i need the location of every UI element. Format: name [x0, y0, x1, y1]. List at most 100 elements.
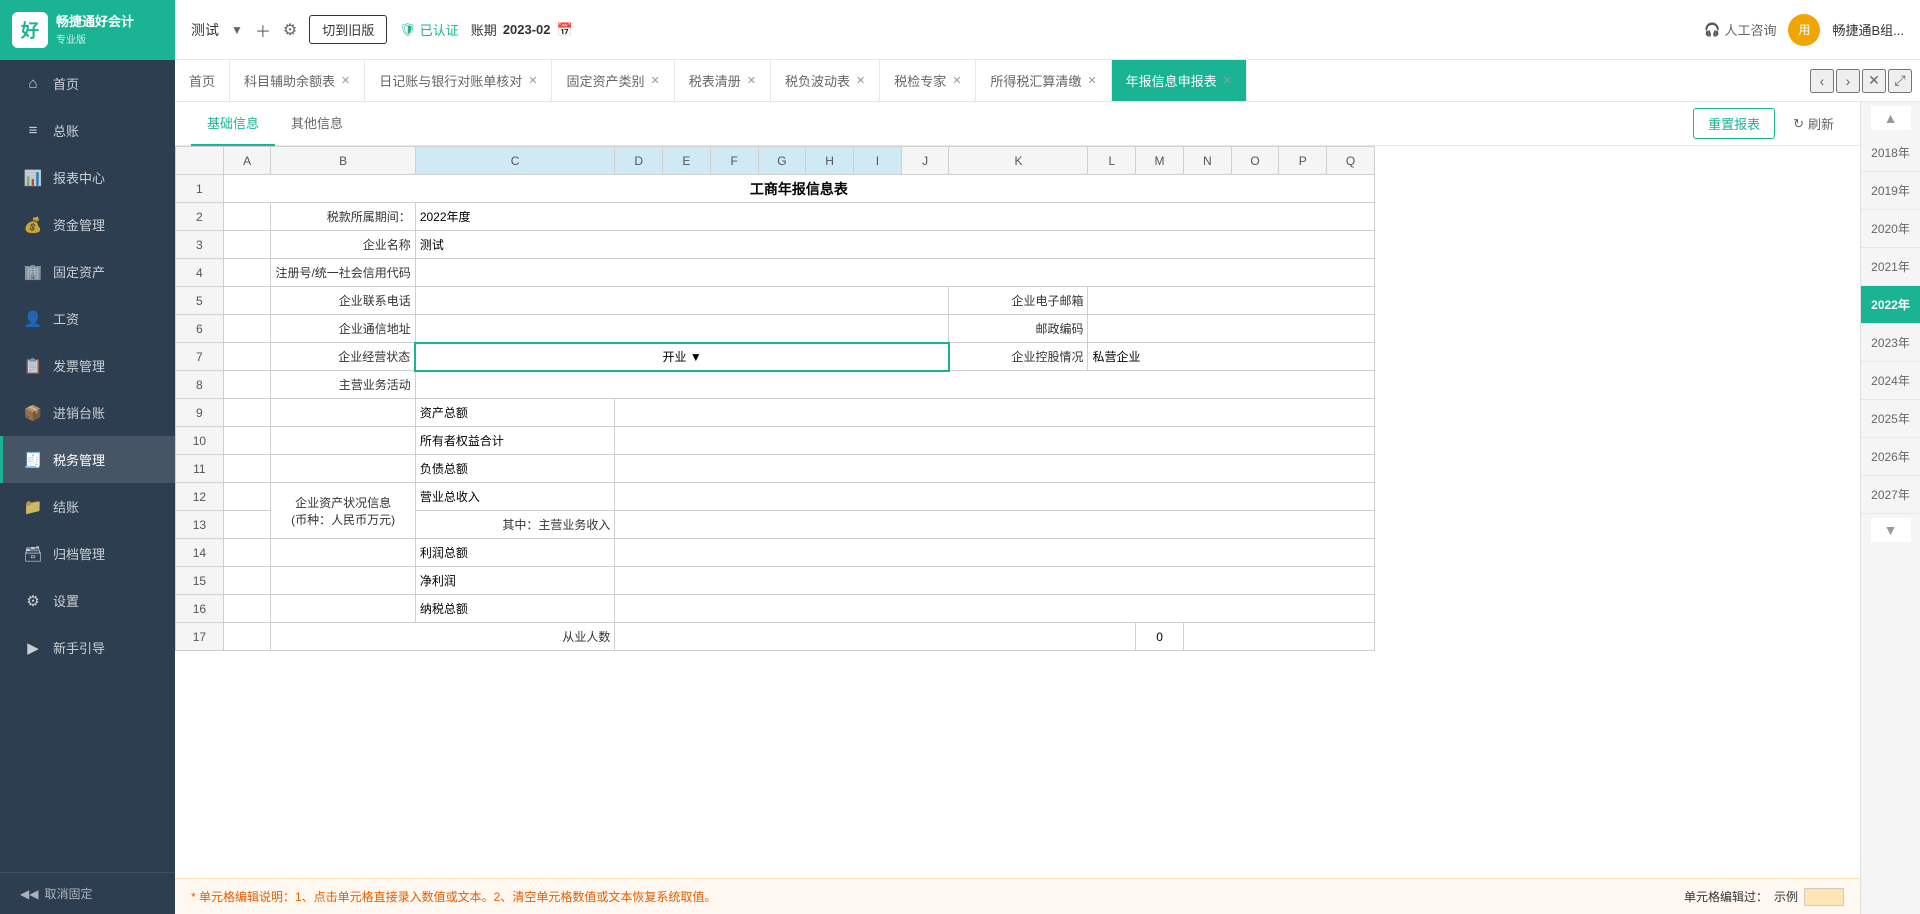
cell-16D[interactable]	[615, 595, 1375, 623]
cell-5C[interactable]	[415, 287, 949, 315]
reset-report-btn[interactable]: 重置报表	[1693, 108, 1775, 139]
year-nav-bottom: ▼	[1861, 514, 1920, 546]
year-item-2026[interactable]: 2026年	[1861, 438, 1920, 476]
tab-close-all-btn[interactable]: ✕	[1862, 69, 1886, 93]
refresh-btn[interactable]: ↻ 刷新	[1783, 109, 1844, 138]
sidebar-item-reports[interactable]: 📊报表中心	[0, 154, 175, 201]
tab-tax_check[interactable]: 税检专家✕	[880, 60, 976, 101]
cell-14C: 利润总额	[415, 539, 615, 567]
sidebar-item-settings[interactable]: ⚙设置	[0, 577, 175, 624]
sidebar-item-label: 结账	[53, 497, 79, 516]
row-num-8: 8	[176, 371, 224, 399]
sidebar-item-archive[interactable]: 🗃归档管理	[0, 530, 175, 577]
sidebar-item-guide[interactable]: ▶新手引导	[0, 624, 175, 671]
invoice-icon: 📋	[23, 357, 43, 375]
cell-13D[interactable]	[615, 511, 1375, 539]
tab-close-icon[interactable]: ✕	[952, 74, 961, 87]
cell-2C[interactable]: 2022年度	[415, 203, 1374, 231]
year-item-2023[interactable]: 2023年	[1861, 324, 1920, 362]
sidebar-collapse-btn[interactable]: ◀◀ 取消固定	[0, 872, 175, 914]
sidebar-item-wages[interactable]: 👤工资	[0, 295, 175, 342]
sidebar-item-closing[interactable]: 📁 结账	[0, 483, 175, 530]
sidebar-item-tax[interactable]: 🧾税务管理	[0, 436, 175, 483]
closing-icon: 📁	[23, 498, 43, 516]
tab-close-icon[interactable]: ✕	[341, 74, 350, 87]
tab-fullscreen-btn[interactable]: ⤢	[1888, 69, 1912, 93]
year-scroll-up-btn[interactable]: ▲	[1871, 106, 1911, 130]
sidebar-item-invoice[interactable]: 📋发票管理	[0, 342, 175, 389]
service-btn[interactable]: 🎧 人工咨询	[1704, 20, 1776, 39]
cell-9D[interactable]	[615, 399, 1375, 427]
tab-close-icon[interactable]: ✕	[1223, 74, 1232, 87]
year-item-2027[interactable]: 2027年	[1861, 476, 1920, 514]
cell-6K[interactable]	[1088, 315, 1375, 343]
cell-10D[interactable]	[615, 427, 1375, 455]
table-title[interactable]: 工商年报信息表	[223, 175, 1374, 203]
sidebar-item-capital[interactable]: 💰资金管理	[0, 201, 175, 248]
cell-17M[interactable]: 0	[1136, 623, 1184, 651]
tab-assets_cat[interactable]: 固定资产类别✕	[552, 60, 674, 101]
tab-label: 年报信息申报表	[1126, 71, 1217, 90]
cell-7K[interactable]: 私营企业	[1088, 343, 1375, 371]
year-item-2025[interactable]: 2025年	[1861, 400, 1920, 438]
sidebar-item-inventory[interactable]: 📦进销台账	[0, 389, 175, 436]
cell-17D[interactable]	[615, 623, 1136, 651]
year-item-2022[interactable]: 2022年	[1861, 286, 1920, 324]
company-dropdown-icon[interactable]: ▼	[231, 23, 243, 37]
year-item-2020[interactable]: 2020年	[1861, 210, 1920, 248]
sidebar-item-home[interactable]: ⌂首页	[0, 60, 175, 107]
tab-close-icon[interactable]: ✕	[747, 74, 756, 87]
tab-annual[interactable]: 年报信息申报表 ✕	[1112, 60, 1247, 101]
sub-tab-other[interactable]: 其他信息	[275, 102, 359, 146]
switch-old-btn[interactable]: 切到旧版	[309, 15, 387, 44]
user-avatar[interactable]: 用	[1788, 14, 1820, 46]
col-H: H	[806, 147, 854, 175]
sidebar-item-label: 归档管理	[53, 544, 105, 563]
spreadsheet-wrapper[interactable]: A B C D E F G H I J K L M	[175, 146, 1860, 878]
row-3: 3 企业名称 测试	[176, 231, 1375, 259]
cell-3C[interactable]: 测试	[415, 231, 1374, 259]
year-item-2021[interactable]: 2021年	[1861, 248, 1920, 286]
tab-tax_table[interactable]: 税表清册✕	[675, 60, 771, 101]
cell-12D[interactable]	[615, 483, 1375, 511]
year-item-2018[interactable]: 2018年	[1861, 134, 1920, 172]
sidebar-item-label: 资金管理	[53, 215, 105, 234]
tab-prev-btn[interactable]: ‹	[1810, 69, 1834, 93]
tab-income_tax[interactable]: 所得税汇算清缴✕	[976, 60, 1111, 101]
year-scroll-down-btn[interactable]: ▼	[1871, 518, 1911, 542]
tab-close-icon[interactable]: ✕	[528, 74, 537, 87]
sub-tab-basic[interactable]: 基础信息	[191, 102, 275, 146]
row-num-17: 17	[176, 623, 224, 651]
tab-close-icon[interactable]: ✕	[651, 74, 660, 87]
cell-15D[interactable]	[615, 567, 1375, 595]
cell-14D[interactable]	[615, 539, 1375, 567]
tab-next-btn[interactable]: ›	[1836, 69, 1860, 93]
calendar-icon[interactable]: 📅	[557, 22, 573, 38]
cell-16A	[223, 595, 271, 623]
row-num-6: 6	[176, 315, 224, 343]
cell-17N[interactable]	[1183, 623, 1374, 651]
tab-aux[interactable]: 科目辅助余额表✕	[230, 60, 365, 101]
cell-11D[interactable]	[615, 455, 1375, 483]
inventory-icon: 📦	[23, 404, 43, 422]
tab-home[interactable]: 首页	[175, 60, 230, 101]
cell-7C-dropdown[interactable]: 开业 ▼	[415, 343, 949, 371]
sidebar-item-ledger[interactable]: ≡总账	[0, 107, 175, 154]
cell-2B: 税款所属期间：	[271, 203, 415, 231]
cell-4C[interactable]	[415, 259, 1374, 287]
year-item-2024[interactable]: 2024年	[1861, 362, 1920, 400]
year-item-2019[interactable]: 2019年	[1861, 172, 1920, 210]
settings-icon[interactable]: ⚙	[283, 20, 297, 40]
tab-close-icon[interactable]: ✕	[856, 74, 865, 87]
tab-label: 首页	[189, 71, 215, 90]
cell-10A	[223, 427, 271, 455]
add-company-btn[interactable]: ＋	[255, 18, 271, 42]
tab-tax_wave[interactable]: 税负波动表✕	[771, 60, 880, 101]
tab-close-icon[interactable]: ✕	[1087, 74, 1096, 87]
cell-12C: 营业总收入	[415, 483, 615, 511]
sidebar-item-assets[interactable]: 🏢固定资产	[0, 248, 175, 295]
tab-journal[interactable]: 日记账与银行对账单核对✕	[365, 60, 552, 101]
cell-8C[interactable]	[415, 371, 1374, 399]
cell-5K[interactable]	[1088, 287, 1375, 315]
cell-6C[interactable]	[415, 315, 949, 343]
